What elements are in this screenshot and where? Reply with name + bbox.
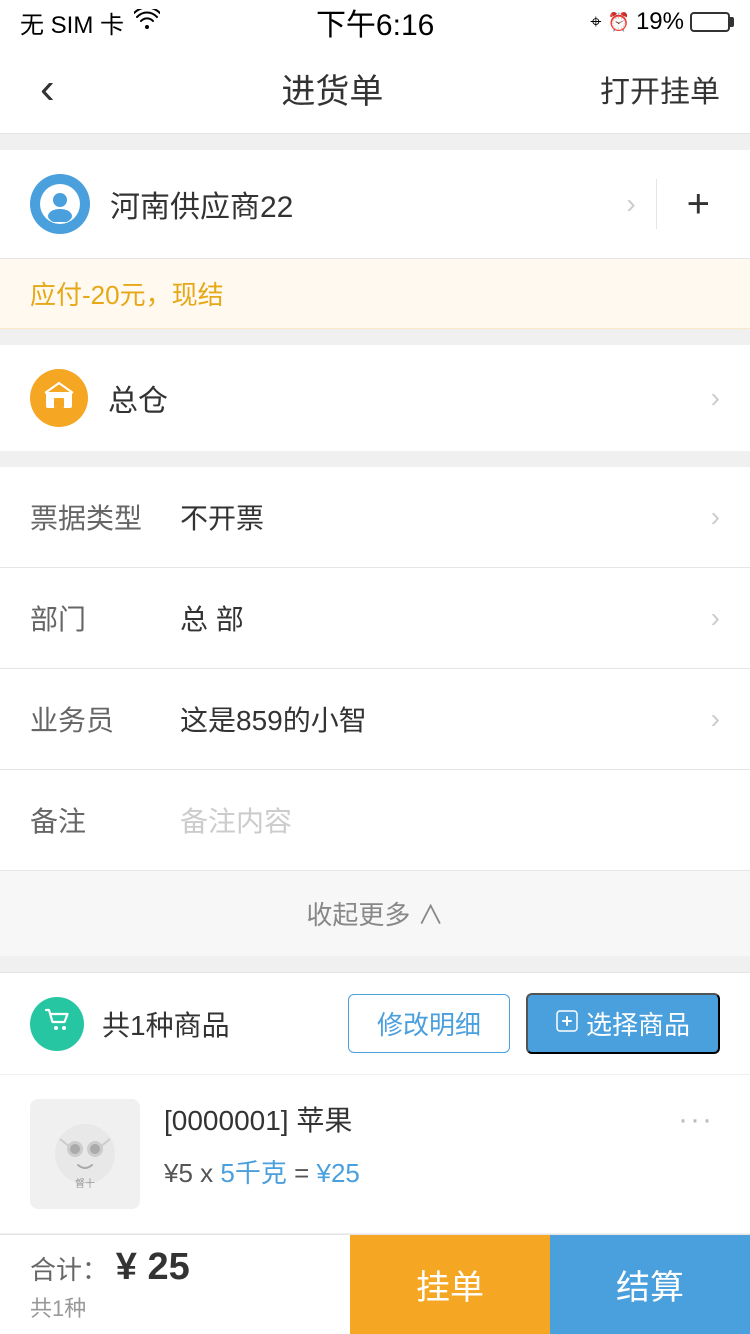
warehouse-name: 总仓	[108, 376, 701, 420]
more-button[interactable]: ···	[672, 1103, 720, 1137]
notice-bar: 应付-20元，现结	[0, 259, 750, 329]
supplier-name: 河南供应商22	[110, 182, 616, 226]
product-card: 共1种商品 修改明细 选择商品	[0, 972, 750, 1233]
battery-icon	[690, 12, 730, 32]
product-item: 督十 [0000001] 苹果 ¥5 x 5千克 = ¥25 ···	[0, 1074, 750, 1233]
status-bar: 无 SIM 卡 下午6:16 ⌖ ⏰ 19%	[0, 0, 750, 44]
product-count: 共1种商品	[102, 1004, 348, 1044]
total-section: 合计： ¥ 25 共1种	[0, 1246, 350, 1323]
select-product-button[interactable]: 选择商品	[526, 993, 720, 1054]
note-input[interactable]: 备注内容	[150, 800, 720, 840]
total-row: 合计： ¥ 25	[30, 1246, 320, 1289]
dept-label: 部门	[30, 598, 150, 638]
product-title: [0000001] 苹果	[164, 1099, 672, 1139]
cart-icon	[43, 1006, 71, 1041]
product-thumbnail: 督十	[30, 1099, 140, 1209]
qty-highlight: 5千克	[220, 1158, 286, 1188]
collapse-bar[interactable]: 收起更多 ∧	[0, 870, 750, 956]
form-row-invoice[interactable]: 票据类型 不开票 ›	[0, 467, 750, 567]
chevron-icon: ›	[711, 501, 720, 533]
warehouse-card: 总仓 ›	[0, 345, 750, 451]
checkout-button[interactable]: 结算	[550, 1235, 750, 1334]
product-count-icon	[30, 997, 84, 1051]
supplier-row[interactable]: 河南供应商22 › +	[0, 150, 750, 259]
chevron-icon: ›	[711, 602, 720, 634]
open-pending-button[interactable]: 打开挂单	[600, 67, 720, 111]
suspend-button[interactable]: 挂单	[350, 1235, 550, 1334]
form-row-note[interactable]: 备注 备注内容	[0, 769, 750, 870]
note-label: 备注	[30, 800, 150, 840]
back-button[interactable]: ‹	[30, 54, 65, 124]
product-info: [0000001] 苹果 ¥5 x 5千克 = ¥25	[164, 1099, 672, 1190]
supplier-card: 河南供应商22 › + 应付-20元，现结	[0, 150, 750, 329]
form-row-dept[interactable]: 部门 总 部 ›	[0, 567, 750, 668]
svg-text:督十: 督十	[75, 1177, 95, 1189]
alarm-icon: ⏰	[608, 12, 630, 33]
form-card: 票据类型 不开票 › 部门 总 部 › 业务员 这是859的小智 › 备注 备注…	[0, 467, 750, 956]
sep-1	[0, 134, 750, 150]
total-amount: ¥ 25	[116, 1246, 190, 1288]
select-icon	[556, 1008, 578, 1039]
bottom-bar: 合计： ¥ 25 共1种 挂单 结算	[0, 1234, 750, 1334]
total-label: 合计：	[30, 1255, 108, 1285]
product-price-line: ¥5 x 5千克 = ¥25	[164, 1153, 672, 1190]
form-row-salesperson[interactable]: 业务员 这是859的小智 ›	[0, 668, 750, 769]
page-title: 进货单	[281, 64, 383, 113]
time-label: 下午6:16	[316, 0, 434, 44]
add-button[interactable]: +	[677, 182, 720, 227]
sep-3	[0, 451, 750, 467]
edit-detail-button[interactable]: 修改明细	[348, 994, 510, 1053]
invoice-label: 票据类型	[30, 497, 150, 537]
nav-bar: ‹ 进货单 打开挂单	[0, 44, 750, 134]
divider	[656, 179, 657, 229]
warehouse-icon	[44, 380, 74, 417]
salesperson-value: 这是859的小智	[150, 699, 701, 739]
total-highlight: ¥25	[316, 1158, 359, 1188]
sep-2	[0, 329, 750, 345]
total-count: 共1种	[30, 1291, 320, 1323]
carrier-label: 无 SIM 卡	[20, 5, 124, 40]
chevron-icon: ›	[711, 703, 720, 735]
chevron-icon: ›	[711, 382, 720, 414]
warehouse-row[interactable]: 总仓 ›	[0, 345, 750, 451]
status-right: ⌖ ⏰ 19%	[590, 8, 730, 36]
chevron-icon: ›	[626, 188, 635, 220]
avatar	[30, 174, 90, 234]
salesperson-label: 业务员	[30, 699, 150, 739]
invoice-value: 不开票	[150, 497, 701, 537]
dept-value: 总 部	[150, 598, 701, 638]
select-product-label: 选择商品	[586, 1005, 690, 1042]
sep-4	[0, 956, 750, 972]
product-header: 共1种商品 修改明细 选择商品	[0, 972, 750, 1074]
status-left: 无 SIM 卡	[20, 5, 160, 40]
location-icon: ⌖	[590, 11, 601, 34]
wifi-icon	[134, 8, 160, 36]
warehouse-icon-wrap	[30, 369, 88, 427]
battery-percent: 19%	[636, 8, 684, 36]
